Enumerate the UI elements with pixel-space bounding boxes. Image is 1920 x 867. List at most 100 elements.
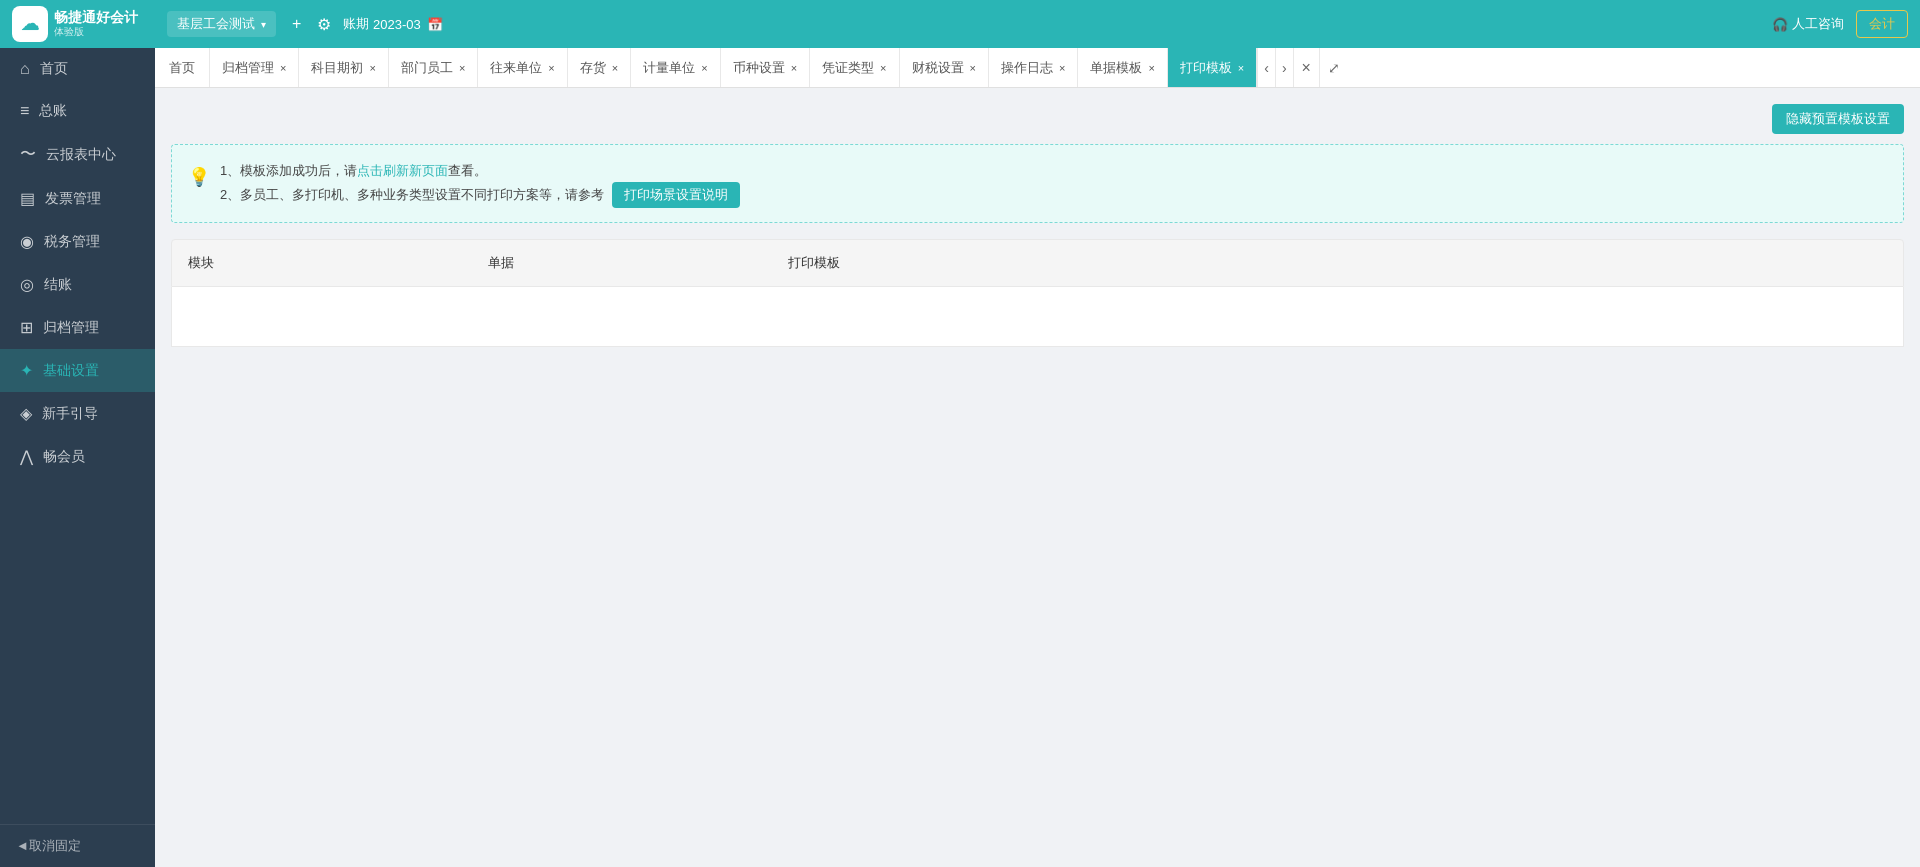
tab-period-init[interactable]: 科目期初 × xyxy=(299,48,388,87)
tax-icon: ◉ xyxy=(20,232,34,251)
sidebar-item-settings[interactable]: ✦ 基础设置 xyxy=(0,349,155,392)
sidebar-item-label: 云报表中心 xyxy=(46,146,116,164)
tab-label: 币种设置 xyxy=(733,59,785,77)
bulb-icon: 💡 xyxy=(188,161,210,193)
tab-bar: 首页 归档管理 × 科目期初 × 部门员工 × 往来单位 × 存货 × xyxy=(155,48,1920,88)
tab-home-label: 首页 xyxy=(169,59,195,77)
sidebar-item-label: 畅会员 xyxy=(43,448,85,466)
member-icon: ⋀ xyxy=(20,447,33,466)
sidebar-item-label: 结账 xyxy=(44,276,72,294)
tab-unit[interactable]: 计量单位 × xyxy=(631,48,720,87)
tab-close-icon[interactable]: × xyxy=(612,62,618,74)
th-module: 模块 xyxy=(172,250,472,276)
tab-close-icon[interactable]: × xyxy=(1148,62,1154,74)
top-actions: + ⚙ xyxy=(288,11,335,38)
th-single: 单据 xyxy=(472,250,772,276)
tab-close-active-icon[interactable]: × xyxy=(1238,62,1244,74)
org-name: 基层工会测试 xyxy=(177,15,255,33)
scene-btn[interactable]: 打印场景设置说明 xyxy=(612,182,740,208)
tab-single-template[interactable]: 单据模板 × xyxy=(1078,48,1167,87)
tab-close-icon[interactable]: × xyxy=(701,62,707,74)
account-button[interactable]: 会计 xyxy=(1856,10,1908,38)
tab-label: 打印模板 xyxy=(1180,59,1232,77)
sidebar-item-reports[interactable]: 〜 云报表中心 xyxy=(0,132,155,177)
tab-tax-settings[interactable]: 财税设置 × xyxy=(900,48,989,87)
period-value: 2023-03 xyxy=(373,17,421,32)
page-content: 隐藏预置模板设置 💡 1、模板添加成功后，请点击刷新新页面查看。 2、多员工、多… xyxy=(155,88,1920,867)
tab-close-icon[interactable]: × xyxy=(791,62,797,74)
org-selector[interactable]: 基层工会测试 ▾ xyxy=(167,11,276,37)
info-line1-post: 查看。 xyxy=(448,163,487,178)
home-icon: ⌂ xyxy=(20,60,30,78)
tab-close-icon[interactable]: × xyxy=(280,62,286,74)
chevron-down-icon: ▾ xyxy=(261,19,266,30)
logo-area: ☁ 畅捷通好会计 体验版 xyxy=(12,6,167,42)
sidebar-item-ledger[interactable]: ≡ 总账 xyxy=(0,90,155,132)
tab-home[interactable]: 首页 xyxy=(155,48,210,87)
content-area: 首页 归档管理 × 科目期初 × 部门员工 × 往来单位 × 存货 × xyxy=(155,48,1920,867)
top-right: 🎧 人工咨询 会计 xyxy=(1772,10,1908,38)
sidebar-item-label: 税务管理 xyxy=(44,233,100,251)
logo-icon: ☁ xyxy=(12,6,48,42)
tab-close-icon[interactable]: × xyxy=(970,62,976,74)
period-info: 账期 2023-03 📅 xyxy=(343,15,442,33)
tab-label: 归档管理 xyxy=(222,59,274,77)
sidebar-item-closing[interactable]: ◎ 结账 xyxy=(0,263,155,306)
main-layout: ⌂ 首页 ≡ 总账 〜 云报表中心 ▤ 发票管理 ◉ 税务管理 ◎ 结账 ⊞ 归… xyxy=(0,48,1920,867)
tab-next-button[interactable]: › xyxy=(1275,48,1293,87)
tab-close-icon[interactable]: × xyxy=(548,62,554,74)
tab-label: 单据模板 xyxy=(1090,59,1142,77)
info-box: 💡 1、模板添加成功后，请点击刷新新页面查看。 2、多员工、多打印机、多种业务类… xyxy=(171,144,1904,223)
guide-icon: ◈ xyxy=(20,404,32,423)
settings-icon: ✦ xyxy=(20,361,33,380)
sidebar-item-label: 归档管理 xyxy=(43,319,99,337)
tab-close-icon[interactable]: × xyxy=(369,62,375,74)
tab-label: 计量单位 xyxy=(643,59,695,77)
headset-icon: 🎧 xyxy=(1772,17,1788,32)
tab-prev-button[interactable]: ‹ xyxy=(1257,48,1275,87)
tab-close-icon[interactable]: × xyxy=(1059,62,1065,74)
sidebar-item-label: 首页 xyxy=(40,60,68,78)
tab-print-template[interactable]: 打印模板 × xyxy=(1168,48,1257,87)
tab-label: 科目期初 xyxy=(311,59,363,77)
sidebar-item-guide[interactable]: ◈ 新手引导 xyxy=(0,392,155,435)
add-button[interactable]: + xyxy=(288,11,305,37)
logo-text: 畅捷通好会计 xyxy=(54,9,138,26)
tab-partner[interactable]: 往来单位 × xyxy=(478,48,567,87)
sidebar: ⌂ 首页 ≡ 总账 〜 云报表中心 ▤ 发票管理 ◉ 税务管理 ◎ 结账 ⊞ 归… xyxy=(0,48,155,867)
tab-label: 往来单位 xyxy=(490,59,542,77)
sidebar-item-home[interactable]: ⌂ 首页 xyxy=(0,48,155,90)
tab-archive[interactable]: 归档管理 × xyxy=(210,48,299,87)
tab-expand-button[interactable]: ⤢ xyxy=(1319,48,1348,87)
invoice-icon: ▤ xyxy=(20,189,35,208)
tab-dept-staff[interactable]: 部门员工 × xyxy=(389,48,478,87)
settings-icon[interactable]: ⚙ xyxy=(313,11,335,38)
tab-label: 财税设置 xyxy=(912,59,964,77)
sidebar-item-invoice[interactable]: ▤ 发票管理 xyxy=(0,177,155,220)
closing-icon: ◎ xyxy=(20,275,34,294)
logo-sub: 体验版 xyxy=(54,25,138,39)
tab-label: 存货 xyxy=(580,59,606,77)
refresh-link[interactable]: 点击刷新新页面 xyxy=(357,163,448,178)
sidebar-item-label: 新手引导 xyxy=(42,405,98,423)
tab-label: 凭证类型 xyxy=(822,59,874,77)
customer-service-button[interactable]: 🎧 人工咨询 xyxy=(1772,15,1844,33)
info-line-1: 1、模板添加成功后，请点击刷新新页面查看。 xyxy=(216,159,1887,182)
tab-close-icon[interactable]: × xyxy=(459,62,465,74)
info-line-2: 2、多员工、多打印机、多种业务类型设置不同打印方案等，请参考 打印场景设置说明 xyxy=(216,182,1887,208)
tab-op-log[interactable]: 操作日志 × xyxy=(989,48,1078,87)
sidebar-item-label: 发票管理 xyxy=(45,190,101,208)
calendar-icon[interactable]: 📅 xyxy=(427,17,443,32)
sidebar-item-archive[interactable]: ⊞ 归档管理 xyxy=(0,306,155,349)
tab-currency[interactable]: 币种设置 × xyxy=(721,48,810,87)
tab-inventory[interactable]: 存货 × xyxy=(568,48,631,87)
sidebar-item-member[interactable]: ⋀ 畅会员 xyxy=(0,435,155,478)
tab-close-all-button[interactable]: × xyxy=(1293,48,1319,87)
hide-template-button[interactable]: 隐藏预置模板设置 xyxy=(1772,104,1904,134)
tab-voucher-type[interactable]: 凭证类型 × xyxy=(810,48,899,87)
sidebar-item-tax[interactable]: ◉ 税务管理 xyxy=(0,220,155,263)
tab-label: 操作日志 xyxy=(1001,59,1053,77)
cancel-fixed-button[interactable]: ◄取消固定 xyxy=(0,824,155,867)
top-bar: ☁ 畅捷通好会计 体验版 基层工会测试 ▾ + ⚙ 账期 2023-03 📅 🎧… xyxy=(0,0,1920,48)
tab-close-icon[interactable]: × xyxy=(880,62,886,74)
